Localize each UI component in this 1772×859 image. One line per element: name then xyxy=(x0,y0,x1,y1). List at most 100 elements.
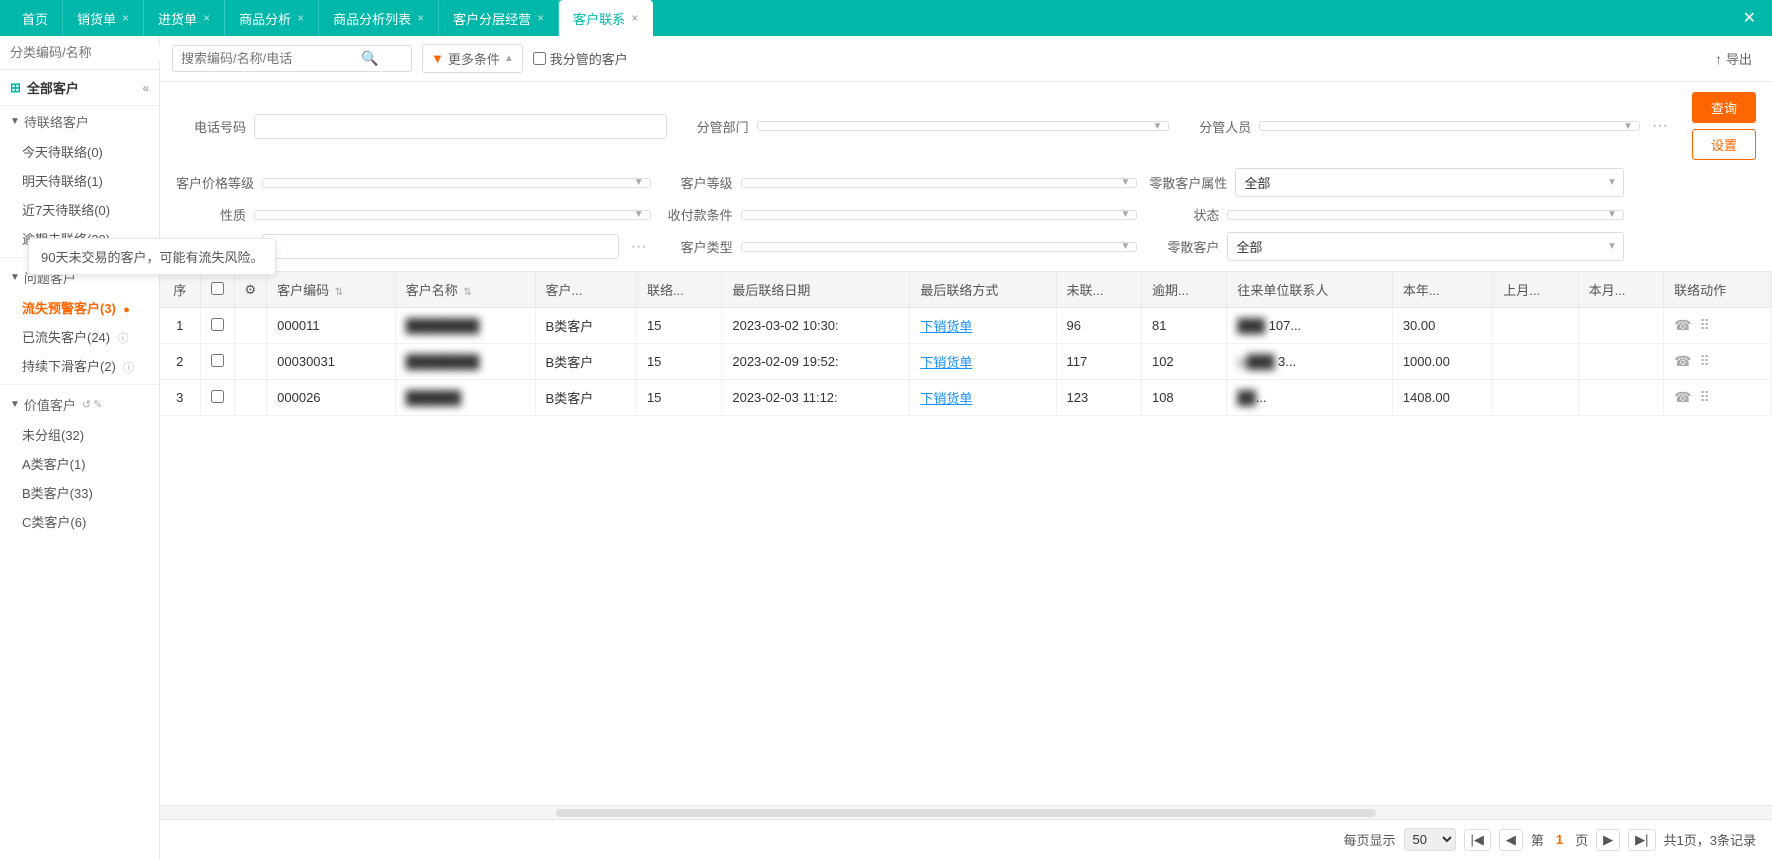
last-type-link-2[interactable]: 下销货单 xyxy=(920,355,972,370)
horizontal-scrollbar[interactable] xyxy=(160,805,1772,819)
action-contact-icon-2[interactable]: ☎ xyxy=(1674,353,1691,370)
action-contact-icon-1[interactable]: ☎ xyxy=(1674,317,1691,334)
filter-region-more[interactable]: ··· xyxy=(627,238,651,256)
col-customer-name-header[interactable]: 客户名称 ⇅ xyxy=(395,272,535,308)
churn-warning-badge: ● xyxy=(123,304,130,316)
filter-zero-customer-label: 零散客户 xyxy=(1149,237,1219,256)
action-more-icon-3[interactable]: ⠿ xyxy=(1700,389,1710,406)
search-button[interactable]: 🔍 xyxy=(361,50,378,67)
my-customers-checkbox[interactable]: 我分管的客户 xyxy=(533,49,628,68)
cell-last-type-2[interactable]: 下销货单 xyxy=(910,344,1056,380)
row-3-checkbox[interactable] xyxy=(211,390,224,403)
filter-customer-type-select[interactable]: ▼ xyxy=(741,242,1138,252)
col-customer-type-header: 客户... xyxy=(535,272,636,308)
sidebar-item-churned[interactable]: 已流失客户(24) ⓘ xyxy=(0,322,159,351)
scrollbar-thumb[interactable] xyxy=(556,809,1376,817)
tab-purchase-order-close[interactable]: × xyxy=(203,11,210,25)
action-contact-icon-3[interactable]: ☎ xyxy=(1674,389,1691,406)
page-unit: 页 xyxy=(1575,830,1588,849)
filter-price-level-select[interactable]: ▼ xyxy=(262,178,651,188)
sidebar-item-ungrouped[interactable]: 未分组(32) xyxy=(0,420,159,449)
cell-checkbox-2[interactable] xyxy=(200,344,234,380)
cell-checkbox-3[interactable] xyxy=(200,380,234,416)
filter-zero-attr-select[interactable]: 全部 ▼ xyxy=(1235,168,1624,197)
tab-product-analysis[interactable]: 商品分析 × xyxy=(225,0,319,36)
window-close-button[interactable]: ✕ xyxy=(1735,8,1764,28)
last-type-link-3[interactable]: 下销货单 xyxy=(920,391,972,406)
col-checkbox-header[interactable] xyxy=(200,272,234,308)
top-tabbar: 首页 销货单 × 进货单 × 商品分析 × 商品分析列表 × 客户分层经营 × … xyxy=(0,0,1772,36)
select-all-checkbox[interactable] xyxy=(211,282,224,295)
export-button[interactable]: ↑ 导出 xyxy=(1707,45,1760,72)
filter-person-more[interactable]: ··· xyxy=(1648,117,1672,135)
query-button[interactable]: 查询 xyxy=(1692,92,1756,123)
sidebar-item-declining[interactable]: 持续下滑客户(2) ⓘ xyxy=(0,351,159,380)
sidebar-item-churn-warning[interactable]: 流失预警客户(3) ● xyxy=(0,293,159,322)
sidebar-group-value[interactable]: ▼ 价值客户 ↺ ✎ xyxy=(0,389,159,420)
value-group-refresh-icon[interactable]: ↺ xyxy=(82,398,91,411)
last-type-link-1[interactable]: 下销货单 xyxy=(920,319,972,334)
per-page-select[interactable]: 50 100 200 xyxy=(1404,828,1456,851)
search-bar: 🔍 ▼ 更多条件 ▲ 我分管的客户 ↑ 导出 xyxy=(160,36,1772,82)
cell-code-1: 000011 xyxy=(267,308,396,344)
filter-phone-input[interactable] xyxy=(254,114,667,139)
my-customers-checkbox-input[interactable] xyxy=(533,52,546,65)
sidebar-item-tomorrow-contact[interactable]: 明天待联络(1) xyxy=(0,166,159,195)
action-more-icon-2[interactable]: ⠿ xyxy=(1700,353,1710,370)
row-2-checkbox[interactable] xyxy=(211,354,224,367)
next-page-button[interactable]: ▶ xyxy=(1596,829,1620,851)
filter-zero-attr-down-icon: ▼ xyxy=(1607,177,1617,188)
last-page-button[interactable]: ▶| xyxy=(1628,829,1655,851)
filter-customer-level-select[interactable]: ▼ xyxy=(741,178,1138,188)
tab-customer-tier-close[interactable]: × xyxy=(537,11,544,25)
tab-customer-tier[interactable]: 客户分层经营 × xyxy=(439,0,559,36)
customer-name-blurred-1: ████████ xyxy=(406,318,480,333)
cell-last-type-1[interactable]: 下销货单 xyxy=(910,308,1056,344)
cell-overdue-2: 102 xyxy=(1141,344,1226,380)
filter-price-level-field: 客户价格等级 ▼ xyxy=(176,173,651,192)
filter-person-select[interactable]: ▼ xyxy=(1259,121,1640,131)
cell-last-type-3[interactable]: 下销货单 xyxy=(910,380,1056,416)
tab-customer-contact[interactable]: 客户联系 × xyxy=(559,0,653,36)
filter-settings-button[interactable]: 设置 xyxy=(1692,129,1756,160)
sidebar-item-today-contact[interactable]: 今天待联络(0) xyxy=(0,137,159,166)
sidebar-item-7day-contact[interactable]: 近7天待联络(0) xyxy=(0,195,159,224)
sidebar-group-pending[interactable]: ▼ 待联络客户 xyxy=(0,106,159,137)
prev-page-button[interactable]: ◀ xyxy=(1499,829,1523,851)
cell-checkbox-1[interactable] xyxy=(200,308,234,344)
col-customer-code-header[interactable]: 客户编码 ⇅ xyxy=(267,272,396,308)
row-1-checkbox[interactable] xyxy=(211,318,224,331)
search-input[interactable] xyxy=(181,51,361,66)
more-conditions-button[interactable]: ▼ 更多条件 ▲ xyxy=(422,44,523,73)
tab-product-analysis-close[interactable]: × xyxy=(297,11,304,25)
cell-last-date-1: 2023-03-02 10:30: xyxy=(722,308,910,344)
filter-region-input[interactable] xyxy=(262,234,619,259)
cell-this-year-2: 1000.00 xyxy=(1392,344,1492,380)
tab-sales-order-close[interactable]: × xyxy=(122,11,129,25)
sidebar-collapse-button[interactable]: « xyxy=(142,81,149,95)
tab-customer-contact-close[interactable]: × xyxy=(631,11,638,25)
tab-product-analysis-list[interactable]: 商品分析列表 × xyxy=(319,0,439,36)
filter-zero-customer-select[interactable]: 全部 ▼ xyxy=(1227,232,1624,261)
cell-uncontacted-1: 96 xyxy=(1056,308,1141,344)
tab-sales-order[interactable]: 销货单 × xyxy=(63,0,144,36)
tab-product-analysis-list-close[interactable]: × xyxy=(417,11,424,25)
filter-nature-select[interactable]: ▼ xyxy=(254,210,651,220)
sidebar-all-customers[interactable]: ⊞ 全部客户 « xyxy=(0,70,159,106)
col-settings-header[interactable]: ⚙ xyxy=(234,272,267,308)
sidebar-item-c-class[interactable]: C类客户(6) xyxy=(0,507,159,536)
filter-status-select[interactable]: ▼ xyxy=(1227,210,1624,220)
filter-dept-select[interactable]: ▼ xyxy=(757,121,1170,131)
col-overdue-header: 逾期... xyxy=(1141,272,1226,308)
col-this-year-header: 本年... xyxy=(1392,272,1492,308)
tab-home[interactable]: 首页 xyxy=(8,0,63,36)
first-page-button[interactable]: |◀ xyxy=(1464,829,1491,851)
action-more-icon-1[interactable]: ⠿ xyxy=(1700,317,1710,334)
sidebar-item-b-class[interactable]: B类客户(33) xyxy=(0,478,159,507)
filter-customer-type-down-icon: ▼ xyxy=(1120,241,1130,252)
value-group-edit-icon[interactable]: ✎ xyxy=(93,398,102,411)
filter-payment-select[interactable]: ▼ xyxy=(741,210,1138,220)
sidebar-item-a-class[interactable]: A类客户(1) xyxy=(0,449,159,478)
tab-purchase-order[interactable]: 进货单 × xyxy=(144,0,225,36)
cell-name-1: ████████ xyxy=(395,308,535,344)
